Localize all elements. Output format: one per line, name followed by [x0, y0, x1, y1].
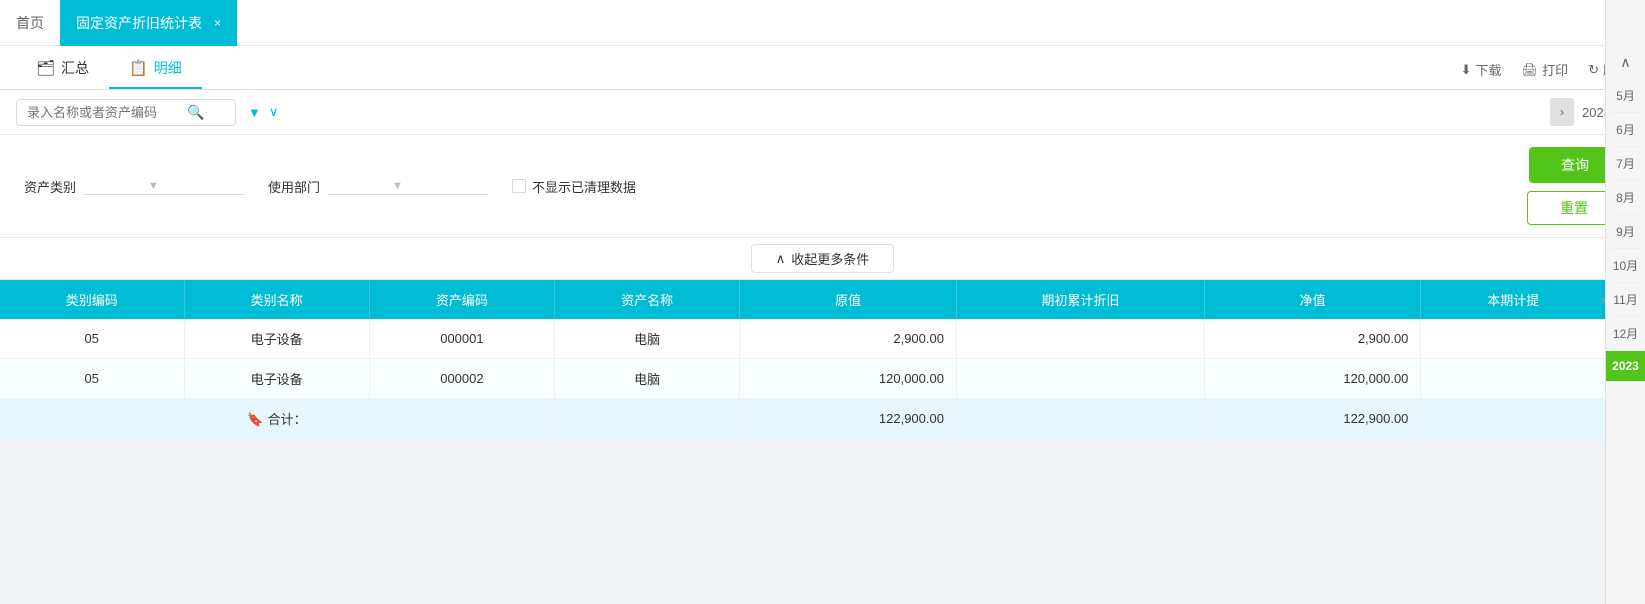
- hide-cleared-checkbox[interactable]: 不显示已清理数据: [512, 177, 636, 196]
- filter-icon: ▼: [248, 105, 261, 120]
- asset-category-filter: 资产类别 ▼: [24, 177, 244, 196]
- cell-category-code: 05: [0, 359, 184, 399]
- cell-current-period: [1421, 319, 1605, 359]
- tab-summary[interactable]: 🗂 汇总: [16, 49, 109, 89]
- checkbox-box: [512, 179, 526, 193]
- cell-category-name: 电子设备: [184, 319, 369, 359]
- hide-cleared-label: 不显示已清理数据: [532, 177, 636, 196]
- total-original-value: 122,900.00: [740, 399, 957, 439]
- chevron-down-icon: ∨: [269, 104, 279, 120]
- total-label: 🔖合计：: [0, 399, 555, 439]
- table-row: 05 电子设备 000002 电脑 120,000.00 120,000.00: [0, 359, 1605, 399]
- print-label: 打印: [1542, 60, 1568, 79]
- col-asset-name: 资产名称: [555, 280, 740, 319]
- cell-accumulated-depreciation: [956, 319, 1204, 359]
- total-row: 🔖合计： 122,900.00 122,900.00: [0, 399, 1605, 439]
- print-icon: 🖨: [1522, 62, 1539, 78]
- sidebar-month-item[interactable]: 7月: [1611, 147, 1640, 181]
- sidebar-month-item[interactable]: 9月: [1611, 215, 1640, 249]
- sidebar-month-item[interactable]: 12月: [1611, 317, 1640, 351]
- collapse-bar: ∧ 收起更多条件: [0, 238, 1645, 280]
- tab-close-button[interactable]: ×: [214, 16, 221, 30]
- active-tab: 固定资产折旧统计表 ×: [60, 0, 237, 46]
- asset-category-label: 资产类别: [24, 177, 76, 196]
- toolbar-actions: ⬇ 下载 🖨 打印 ↻ 刷新: [1461, 60, 1629, 79]
- cell-asset-name: 电脑: [555, 359, 740, 399]
- sidebar-month-item[interactable]: 6月: [1611, 113, 1640, 147]
- asset-category-select[interactable]: ▼: [84, 178, 244, 195]
- cell-net-value: 2,900.00: [1204, 319, 1421, 359]
- data-table: 类别编码 类别名称 资产编码 资产名称 原值 期初累计折旧 净值 本期计提 05…: [0, 280, 1605, 439]
- asset-category-arrow-icon: ▼: [148, 180, 159, 192]
- total-current-period: [1421, 399, 1605, 439]
- filter-area: 资产类别 ▼ 使用部门 ▼ 不显示已清理数据 查询 重置: [0, 135, 1645, 238]
- download-button[interactable]: ⬇ 下载: [1461, 60, 1502, 79]
- detail-icon: 📋: [129, 59, 148, 77]
- collapse-icon: ∧: [776, 251, 786, 267]
- sidebar-month-item[interactable]: 11月: [1611, 283, 1640, 317]
- filter-row: 资产类别 ▼ 使用部门 ▼ 不显示已清理数据 查询 重置: [24, 147, 1621, 225]
- home-link[interactable]: 首页: [16, 13, 60, 33]
- cell-original-value: 2,900.00: [740, 319, 957, 359]
- print-button[interactable]: 🖨 打印: [1522, 60, 1569, 79]
- top-nav: 首页 固定资产折旧统计表 × ×: [0, 0, 1645, 46]
- search-input[interactable]: [27, 105, 187, 120]
- panel-arrow-button[interactable]: ›: [1550, 98, 1574, 126]
- search-icon[interactable]: 🔍: [187, 104, 204, 121]
- cell-net-value: 120,000.00: [1204, 359, 1421, 399]
- cell-category-name: 电子设备: [184, 359, 369, 399]
- collapse-button[interactable]: ∧ 收起更多条件: [751, 244, 895, 273]
- total-accumulated: [956, 399, 1204, 439]
- cell-accumulated-depreciation: [956, 359, 1204, 399]
- col-current-period: 本期计提: [1421, 280, 1605, 319]
- col-original-value: 原值: [740, 280, 957, 319]
- col-accumulated-depreciation: 期初累计折旧: [956, 280, 1204, 319]
- collapse-label: 收起更多条件: [791, 249, 869, 268]
- refresh-icon: ↻: [1588, 62, 1599, 78]
- tab-detail-label: 明细: [154, 58, 182, 78]
- department-label: 使用部门: [268, 177, 320, 196]
- cell-category-code: 05: [0, 319, 184, 359]
- summary-icon: 🗂: [36, 59, 55, 77]
- tab-title: 固定资产折旧统计表: [76, 13, 202, 33]
- col-asset-code: 资产编码: [369, 280, 554, 319]
- cell-asset-name: 电脑: [555, 319, 740, 359]
- sub-tabs-bar: 🗂 汇总 📋 明细 ⬇ 下载 🖨 打印 ↻ 刷新: [0, 46, 1645, 90]
- right-sidebar: ∧ 5月6月7月8月9月10月11月12月 2023: [1605, 0, 1645, 604]
- total-net-value: 122,900.00: [1204, 399, 1421, 439]
- col-category-code: 类别编码: [0, 280, 184, 319]
- more-conditions-button[interactable]: ▼ ∨: [248, 104, 278, 120]
- sidebar-month-item[interactable]: 8月: [1611, 181, 1640, 215]
- cell-asset-code: 000001: [369, 319, 554, 359]
- department-filter: 使用部门 ▼: [268, 177, 488, 196]
- table-header-row: 类别编码 类别名称 资产编码 资产名称 原值 期初累计折旧 净值 本期计提: [0, 280, 1605, 319]
- total-empty: [555, 399, 740, 439]
- department-select[interactable]: ▼: [328, 178, 488, 195]
- sidebar-month-item[interactable]: 5月: [1611, 79, 1640, 113]
- search-input-wrap[interactable]: 🔍: [16, 99, 236, 126]
- download-label: 下载: [1476, 60, 1502, 79]
- search-bar: 🔍 ▼ ∨ › 2023.01: [0, 90, 1645, 135]
- tab-summary-label: 汇总: [61, 58, 89, 78]
- cell-current-period: [1421, 359, 1605, 399]
- table-row: 05 电子设备 000001 电脑 2,900.00 2,900.00: [0, 319, 1605, 359]
- download-icon: ⬇: [1461, 62, 1472, 78]
- sidebar-month-item[interactable]: 10月: [1611, 249, 1640, 283]
- sidebar-up-arrow[interactable]: ∧: [1618, 46, 1632, 79]
- cell-asset-code: 000002: [369, 359, 554, 399]
- year-badge: 2023: [1606, 351, 1645, 382]
- cell-original-value: 120,000.00: [740, 359, 957, 399]
- col-net-value: 净值: [1204, 280, 1421, 319]
- department-arrow-icon: ▼: [392, 180, 403, 192]
- table-container: 类别编码 类别名称 资产编码 资产名称 原值 期初累计折旧 净值 本期计提 05…: [0, 280, 1605, 604]
- col-category-name: 类别名称: [184, 280, 369, 319]
- tab-detail[interactable]: 📋 明细: [109, 49, 202, 89]
